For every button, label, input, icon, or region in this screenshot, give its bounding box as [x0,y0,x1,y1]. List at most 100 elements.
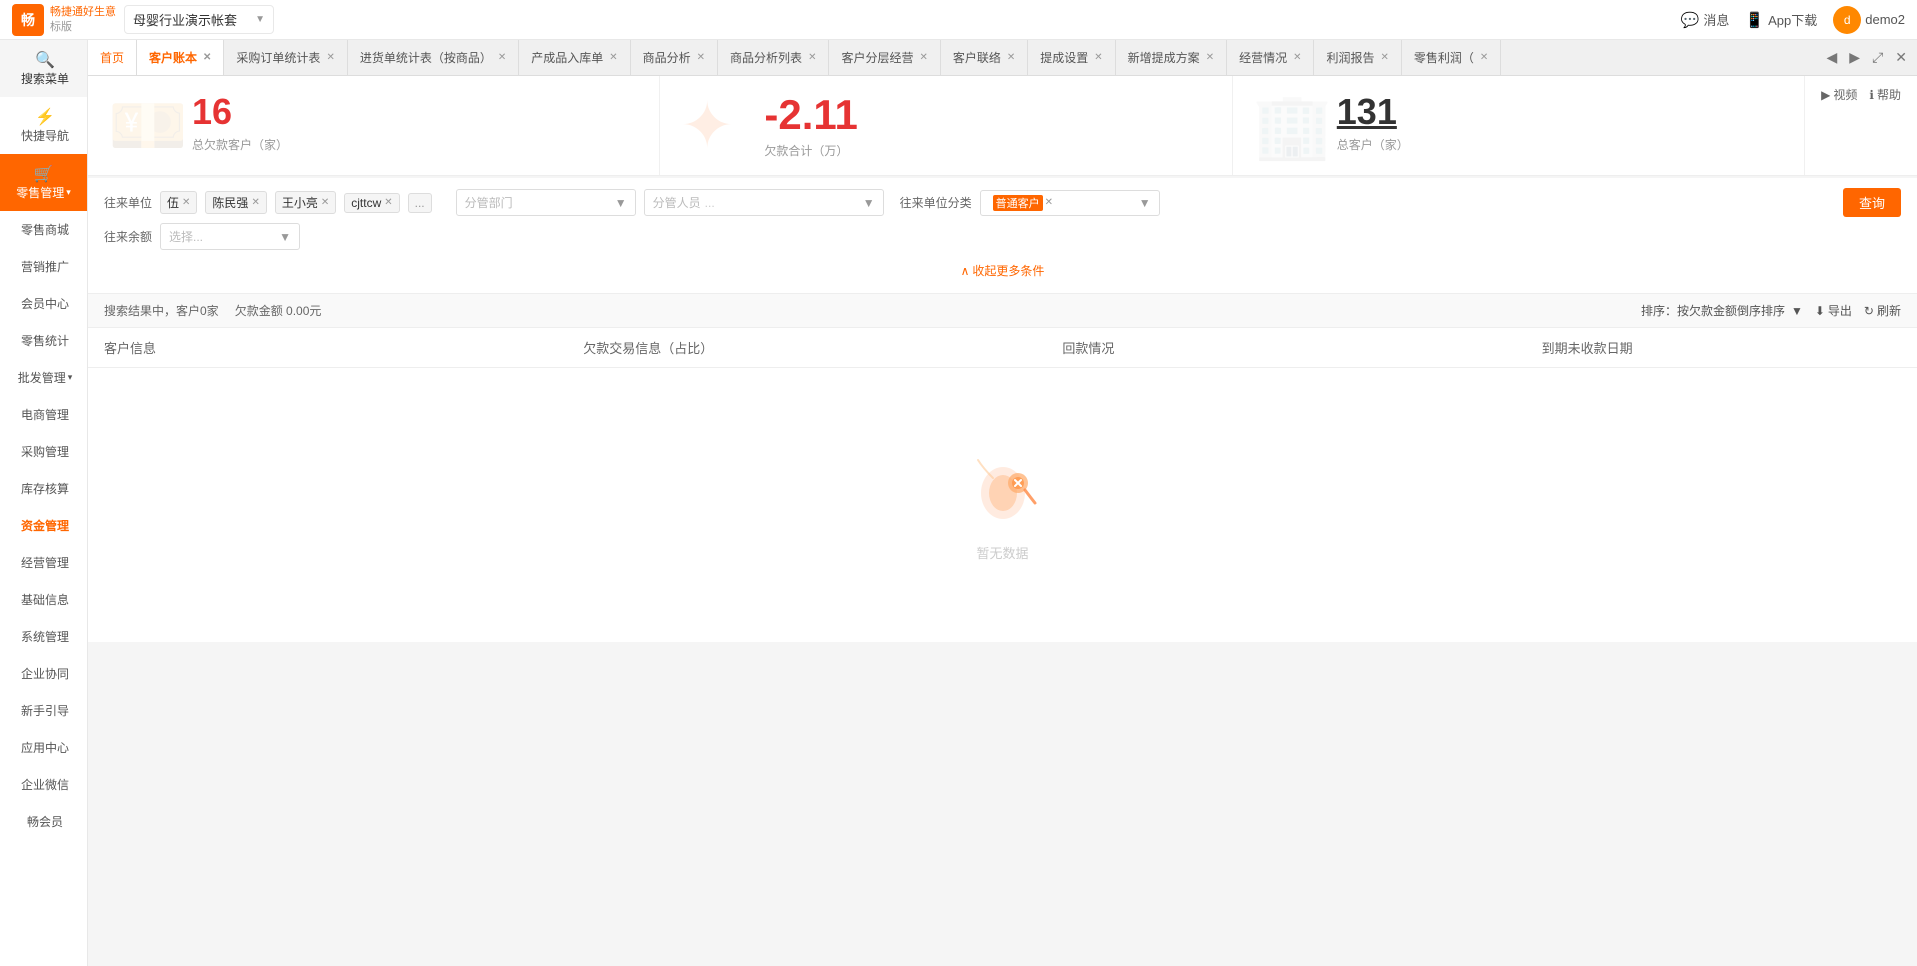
tab-business-status[interactable]: 经营情况 ✕ [1227,40,1314,76]
sidebar-item-ecommerce[interactable]: 电商管理 [0,396,87,433]
tab-add-commission[interactable]: 新增提成方案 ✕ [1116,40,1227,76]
balance-filter-select[interactable]: 选择... ▼ [160,223,300,250]
sidebar-item-enterprise-collab[interactable]: 企业协同 [0,655,87,692]
remove-tag-icon[interactable]: ✕ [182,197,190,208]
sidebar-item-member-center[interactable]: 会员中心 [0,285,87,322]
top-bar-right: 💬 消息 📱 App下载 d demo2 [1681,6,1905,34]
tab-close-icon[interactable]: ✕ [1206,52,1214,63]
sidebar-item-purchase-management[interactable]: 采购管理 [0,433,87,470]
sidebar-item-retail-mall[interactable]: 零售商城 [0,211,87,248]
phone-icon: 📱 [1745,11,1764,29]
person-filter-select[interactable]: 分管人员 ... ▼ [644,189,884,216]
refresh-button[interactable]: ↻ 刷新 [1864,302,1901,319]
main-container: 🔍 搜索菜单 ⚡ 快捷导航 🛒 零售管理 ▾ 零售商城 营销推广 会员中心 零售… [0,40,1917,966]
tab-close-icon[interactable]: ✕ [609,52,617,63]
tab-close-icon[interactable]: ✕ [1094,52,1102,63]
sidebar-item-wechat-work[interactable]: 企业微信 [0,766,87,803]
tab-next-icon[interactable]: ▶ [1845,47,1864,68]
sidebar-item-retail-stats[interactable]: 零售统计 [0,322,87,359]
tab-goods-analysis[interactable]: 商品分析 ✕ [631,40,718,76]
retail-icon: 🛒 [4,164,83,184]
tab-purchase-stats[interactable]: 采购订单统计表 ✕ [224,40,347,76]
app-download-button[interactable]: 📱 App下载 [1745,10,1817,29]
tab-close-icon[interactable]: ✕ [1381,52,1389,63]
tab-product-stock[interactable]: 产成品入库单 ✕ [519,40,630,76]
tab-close-all-icon[interactable]: ✕ [1891,47,1911,68]
sidebar-item-marketing[interactable]: 营销推广 [0,248,87,285]
collapse-button[interactable]: ∧ 收起更多条件 [961,258,1045,283]
content-area: 首页 客户账本 ✕ 采购订单统计表 ✕ 进货单统计表（按商品） ✕ 产成品入库单… [88,40,1917,966]
search-icon: 🔍 [7,50,83,70]
tab-close-icon[interactable]: ✕ [1480,52,1488,63]
results-summary: 搜索结果中，客户0家 [104,302,219,319]
help-actions: ▶ 视频 ℹ 帮助 [1805,76,1917,175]
user-profile-button[interactable]: d demo2 [1833,6,1905,34]
video-button[interactable]: ▶ 视频 [1821,86,1857,103]
tab-close-icon[interactable]: ✕ [326,52,334,63]
stat-block-total: 🏢 131 总客户（家） [1233,76,1805,175]
sidebar-item-inventory[interactable]: 库存核算 [0,470,87,507]
help-button[interactable]: ℹ 帮助 [1869,86,1901,103]
category-tag[interactable]: 普通客户 [993,195,1043,211]
tab-profit-report[interactable]: 利润报告 ✕ [1314,40,1401,76]
tab-maximize-icon[interactable]: ⤢ [1868,47,1887,68]
export-button[interactable]: ⬇ 导出 [1815,302,1852,319]
filter-tag-wu[interactable]: 伍 ✕ [160,191,197,214]
tab-purchase-goods[interactable]: 进货单统计表（按商品） ✕ [348,40,519,76]
chevron-down-icon: ▼ [863,196,875,210]
store-selector[interactable]: 母婴行业演示帐套 ▼ [124,5,274,34]
results-amount: 欠款金额 0.00元 [235,302,322,319]
sidebar-item-beginner-guide[interactable]: 新手引导 [0,692,87,729]
results-bar: 搜索结果中，客户0家 欠款金额 0.00元 排序：按欠款金额倒序排序 ▼ ⬇ 导… [88,294,1917,328]
sort-select[interactable]: 排序：按欠款金额倒序排序 ▼ [1641,302,1803,319]
filter-tag-cjttcw[interactable]: cjttcw ✕ [344,193,399,213]
help-icon: ℹ [1869,88,1874,102]
sidebar-item-system-management[interactable]: 系统管理 [0,618,87,655]
tab-customer-layer[interactable]: 客户分层经营 ✕ [829,40,940,76]
sidebar-item-basic-info[interactable]: 基础信息 [0,581,87,618]
tab-close-icon[interactable]: ✕ [1293,52,1301,63]
sidebar-item-wholesale-management[interactable]: 批发管理 ▾ [0,359,87,396]
tab-bar: 首页 客户账本 ✕ 采购订单统计表 ✕ 进货单统计表（按商品） ✕ 产成品入库单… [88,40,1917,76]
message-button[interactable]: 💬 消息 [1681,10,1730,29]
stat-block-customers: 💴 16 总欠款客户（家） [88,76,660,175]
tab-close-icon[interactable]: ✕ [808,52,816,63]
filter-tag-more[interactable]: ... [408,193,432,213]
col-header-customer: 客户信息 [104,338,583,357]
balance-filter-label: 往来余额 [104,228,152,245]
remove-tag-icon[interactable]: ✕ [384,197,392,208]
sidebar-item-app-center[interactable]: 应用中心 [0,729,87,766]
tab-home[interactable]: 首页 [88,40,137,76]
query-button[interactable]: 查询 [1843,188,1901,217]
remove-tag-icon[interactable]: ✕ [321,197,329,208]
tab-goods-analysis-list[interactable]: 商品分析列表 ✕ [718,40,829,76]
category-filter-label: 往来单位分类 [900,194,972,211]
tab-customer-ledger[interactable]: 客户账本 ✕ [137,40,224,76]
sidebar-item-chang-member[interactable]: 畅会员 [0,803,87,840]
tab-close-icon[interactable]: ✕ [203,52,211,63]
tab-retail-profit[interactable]: 零售利润（ ✕ [1402,40,1501,76]
sidebar-item-search-menu[interactable]: 🔍 搜索菜单 [0,40,87,97]
page-content: 💴 16 总欠款客户（家） ✦ -2.11 欠款合计（万） 🏢 131 总客户（… [88,76,1917,966]
tab-prev-icon[interactable]: ◀ [1823,47,1842,68]
filter-tag-chenmq[interactable]: 陈民强 ✕ [205,191,266,214]
filter-tag-wangxx[interactable]: 王小亮 ✕ [275,191,336,214]
tab-close-icon[interactable]: ✕ [919,52,927,63]
empty-icon [963,448,1043,531]
sidebar-item-fund-management[interactable]: 资金管理 [0,507,87,544]
tab-close-icon[interactable]: ✕ [498,52,506,63]
tab-customer-contact[interactable]: 客户联络 ✕ [941,40,1028,76]
tab-close-icon[interactable]: ✕ [1007,52,1015,63]
empty-state: 暂无数据 [88,368,1917,642]
dept-filter-select[interactable]: 分管部门 ▼ [456,189,636,216]
sidebar-item-quick-nav[interactable]: ⚡ 快捷导航 [0,97,87,154]
tab-commission-setting[interactable]: 提成设置 ✕ [1028,40,1115,76]
sidebar-item-business-management[interactable]: 经营管理 [0,544,87,581]
remove-tag-icon[interactable]: ✕ [251,197,259,208]
remove-category-icon[interactable]: ✕ [1045,197,1053,208]
tab-close-icon[interactable]: ✕ [697,52,705,63]
sidebar-item-retail-management[interactable]: 🛒 零售管理 ▾ [0,154,87,211]
results-bar-left: 搜索结果中，客户0家 欠款金额 0.00元 [104,302,321,319]
chevron-up-icon: ∧ [961,264,970,278]
category-filter-select[interactable]: 普通客户 ✕ ▼ [980,190,1160,216]
